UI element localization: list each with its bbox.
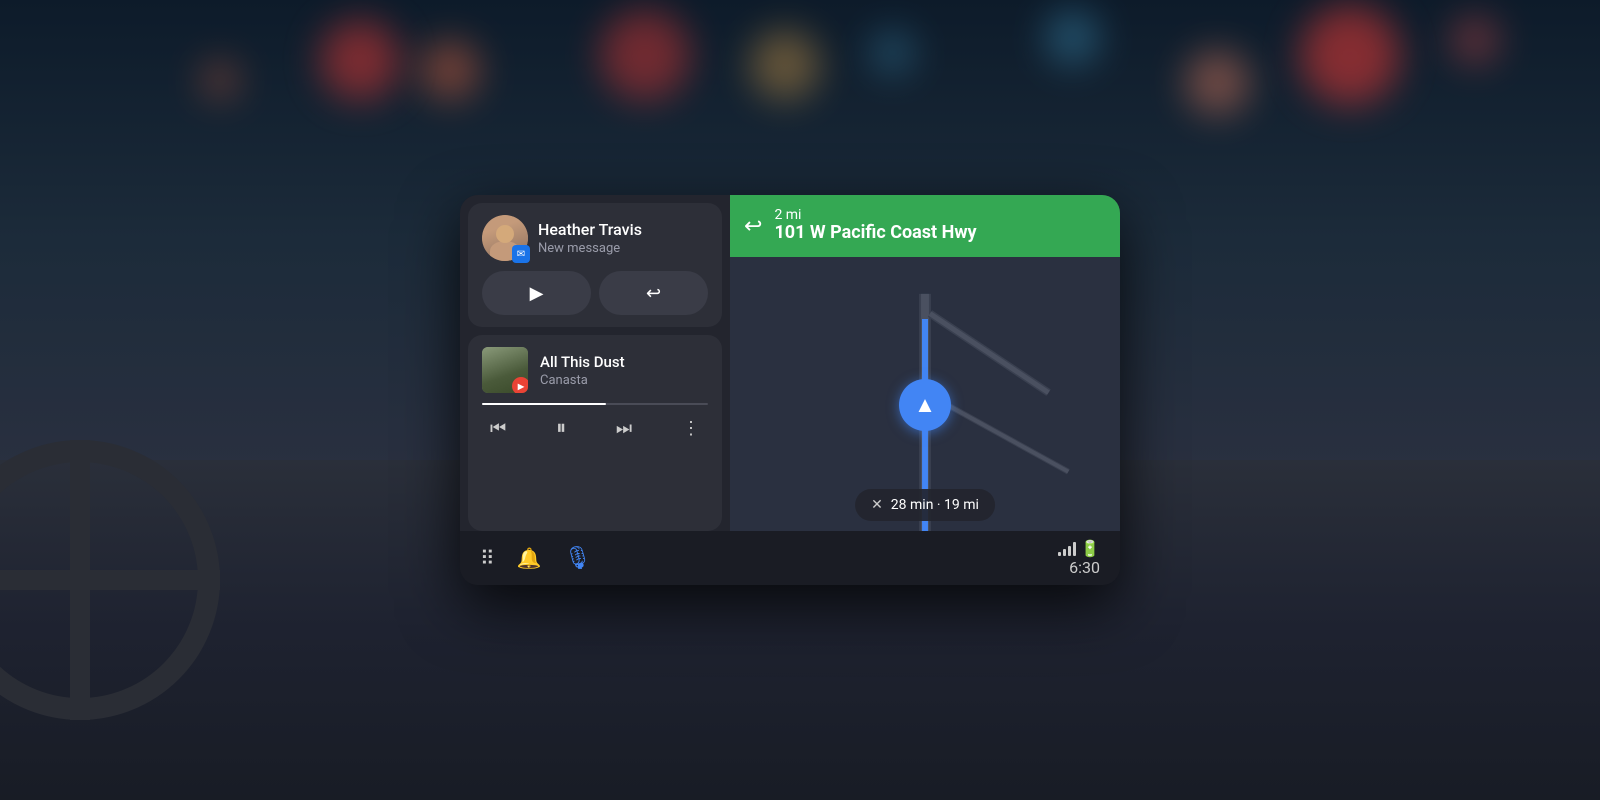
map-panel: ↩ 2 mi 101 W Pacific Coast Hwy ▲ ✕ 28 mi…	[730, 195, 1120, 531]
turn-icon: ↩	[744, 214, 762, 239]
bottom-bar: ⠿ 🔔 🎙 🔋 6:30	[460, 531, 1120, 585]
play-message-button[interactable]: ▶	[482, 271, 591, 315]
reply-icon: ↩	[646, 283, 661, 304]
notification-subtitle: New message	[538, 241, 708, 256]
music-artist: Canasta	[540, 373, 708, 388]
apps-button[interactable]: ⠿	[480, 546, 495, 570]
bokeh-light	[1185, 50, 1250, 115]
reply-button[interactable]: ↩	[599, 271, 708, 315]
bokeh-light	[600, 10, 690, 100]
android-auto-screen: ✉ Heather Travis New message ▶ ↩	[460, 195, 1120, 585]
progress-fill	[482, 403, 606, 405]
skip-prev-button[interactable]: ⏮	[482, 414, 514, 443]
notification-text: Heather Travis New message	[538, 220, 708, 256]
steering-wheel-area	[0, 250, 350, 750]
close-navigation-button[interactable]: ✕	[871, 497, 883, 513]
progress-bar[interactable]	[482, 403, 708, 405]
bokeh-light	[870, 30, 915, 75]
bokeh-light	[1045, 10, 1100, 65]
nav-banner: ↩ 2 mi 101 W Pacific Coast Hwy	[730, 195, 1120, 257]
notifications-button[interactable]: 🔔	[517, 546, 542, 570]
bokeh-light	[1450, 15, 1500, 65]
album-art: ▶	[482, 347, 528, 393]
signal-bar-2	[1063, 549, 1066, 556]
microphone-button[interactable]: 🎙	[564, 546, 592, 571]
signal-bars	[1058, 542, 1076, 556]
bokeh-light	[420, 40, 480, 100]
notification-header: ✉ Heather Travis New message	[482, 215, 708, 261]
music-service-icon: ▶	[518, 382, 524, 391]
music-header: ▶ All This Dust Canasta	[482, 347, 708, 393]
nav-street: 101 W Pacific Coast Hwy	[774, 222, 976, 244]
status-area: 🔋 6:30	[1058, 539, 1100, 577]
music-controls: ⏮ ⏸ ⏭ ⋮	[482, 413, 708, 444]
screen-content: ✉ Heather Travis New message ▶ ↩	[460, 195, 1120, 531]
signal-bar-3	[1068, 546, 1071, 556]
eta-badge: ✕ 28 min · 19 mi	[855, 489, 995, 521]
music-service-badge: ▶	[512, 377, 528, 393]
music-title: All This Dust	[540, 353, 708, 371]
nav-info: 2 mi 101 W Pacific Coast Hwy	[774, 208, 976, 244]
bottom-left-controls: ⠿ 🔔 🎙	[480, 546, 592, 571]
bokeh-light	[1300, 5, 1400, 105]
signal-row: 🔋	[1058, 539, 1100, 558]
eta-text: 28 min · 19 mi	[891, 497, 979, 513]
bokeh-light	[320, 20, 400, 100]
notification-card: ✉ Heather Travis New message ▶ ↩	[468, 203, 722, 327]
music-info: All This Dust Canasta	[540, 353, 708, 388]
clock: 6:30	[1069, 558, 1100, 577]
navigation-arrow: ▲	[914, 392, 936, 418]
bokeh-light	[200, 60, 240, 100]
pause-button[interactable]: ⏸	[548, 413, 574, 444]
bokeh-light	[750, 30, 820, 100]
location-stem	[922, 319, 928, 379]
steering-wheel	[0, 440, 220, 720]
play-icon: ▶	[530, 283, 544, 304]
signal-bar-1	[1058, 552, 1061, 556]
location-circle: ▲	[899, 379, 951, 431]
location-indicator: ▲	[899, 319, 951, 431]
skip-next-button[interactable]: ⏭	[608, 414, 640, 443]
signal-bar-4	[1073, 542, 1076, 556]
notification-actions: ▶ ↩	[482, 271, 708, 315]
messages-badge-icon: ✉	[517, 249, 525, 260]
notification-name: Heather Travis	[538, 220, 708, 239]
avatar-container: ✉	[482, 215, 528, 261]
messages-badge: ✉	[512, 245, 530, 263]
more-options-button[interactable]: ⋮	[674, 414, 708, 443]
left-panel: ✉ Heather Travis New message ▶ ↩	[460, 195, 730, 531]
battery-icon: 🔋	[1080, 539, 1100, 558]
music-card: ▶ All This Dust Canasta ⏮ ⏸ ⏭ ⋮	[468, 335, 722, 531]
nav-distance: 2 mi	[774, 208, 976, 222]
